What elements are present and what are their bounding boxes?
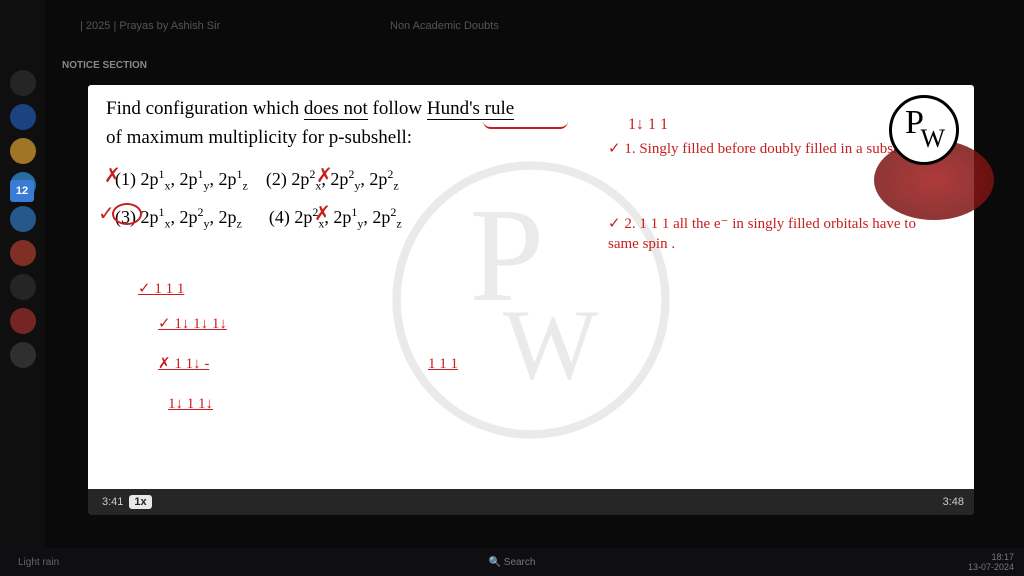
cross-mark-icon: ✗ [104, 163, 121, 188]
handwritten-arrows: 1↓ 1 1 [628, 115, 668, 136]
orbital-diagram-2: ✓ 1↓ 1↓ 1↓ [158, 315, 227, 335]
video-slide: P W Find configuration which does not fo… [88, 85, 974, 515]
sidebar-channel-icon[interactable] [10, 274, 36, 300]
video-controls[interactable]: 3:41 1x 3:48 [88, 489, 974, 515]
sidebar-channel-icon[interactable] [10, 240, 36, 266]
app-sidebar [0, 0, 45, 576]
option-row-2: (3) 2p1x, 2p2y, 2pz (4) 2p2x, 2p1y, 2p2z [106, 205, 402, 232]
system-clock[interactable]: 18:1713-07-2024 [968, 552, 1014, 572]
sidebar-channel-icon[interactable] [10, 206, 36, 232]
sidebar-avatar-icon[interactable] [10, 70, 36, 96]
svg-text:W: W [503, 288, 598, 400]
handwritten-rule-1: ✓ 1. Singly filled before doubly filled … [608, 140, 928, 160]
cross-mark-icon: ✗ [314, 201, 331, 226]
orbital-diagram-3: ✗ 1 1↓ - [158, 355, 209, 375]
nav-tab[interactable]: Non Academic Doubts [390, 20, 499, 32]
brace-annotation [483, 121, 568, 129]
cross-mark-icon: ✗ [316, 163, 333, 188]
playback-speed-button[interactable]: 1x [129, 495, 151, 509]
circled-answer [112, 203, 142, 225]
notice-section-label: NOTICE SECTION [62, 60, 147, 71]
watermark-logo: P W [391, 160, 671, 440]
weather-widget[interactable]: Light rain [18, 557, 59, 568]
video-current-time: 3:41 [102, 496, 123, 508]
sidebar-channel-icon[interactable] [10, 138, 36, 164]
video-total-time: 3:48 [943, 496, 964, 508]
taskbar-search[interactable]: 🔍 Search [489, 557, 536, 568]
sidebar-channel-icon[interactable] [10, 308, 36, 334]
sidebar-channel-icon[interactable] [10, 342, 36, 368]
orbital-diagram-5: 1 1 1 [428, 355, 458, 375]
option-row-1: (1) 2p1x, 2p1y, 2p1z (2) 2p2x, 2p2y, 2p2… [106, 167, 399, 194]
calendar-icon[interactable]: 12 [10, 180, 34, 202]
pw-logo: P W [889, 95, 959, 165]
orbital-diagram-1: ✓ 1 1 1 [138, 280, 184, 300]
sidebar-channel-icon[interactable] [10, 104, 36, 130]
nav-breadcrumb[interactable]: | 2025 | Prayas by Ashish Sir [80, 20, 220, 32]
orbital-diagram-4: 1↓ 1 1↓ [168, 395, 213, 415]
handwritten-rule-2: ✓ 2. 1 1 1 all the e⁻ in singly filled o… [608, 215, 948, 254]
windows-taskbar[interactable]: Light rain 🔍 Search 18:1713-07-2024 [0, 548, 1024, 576]
